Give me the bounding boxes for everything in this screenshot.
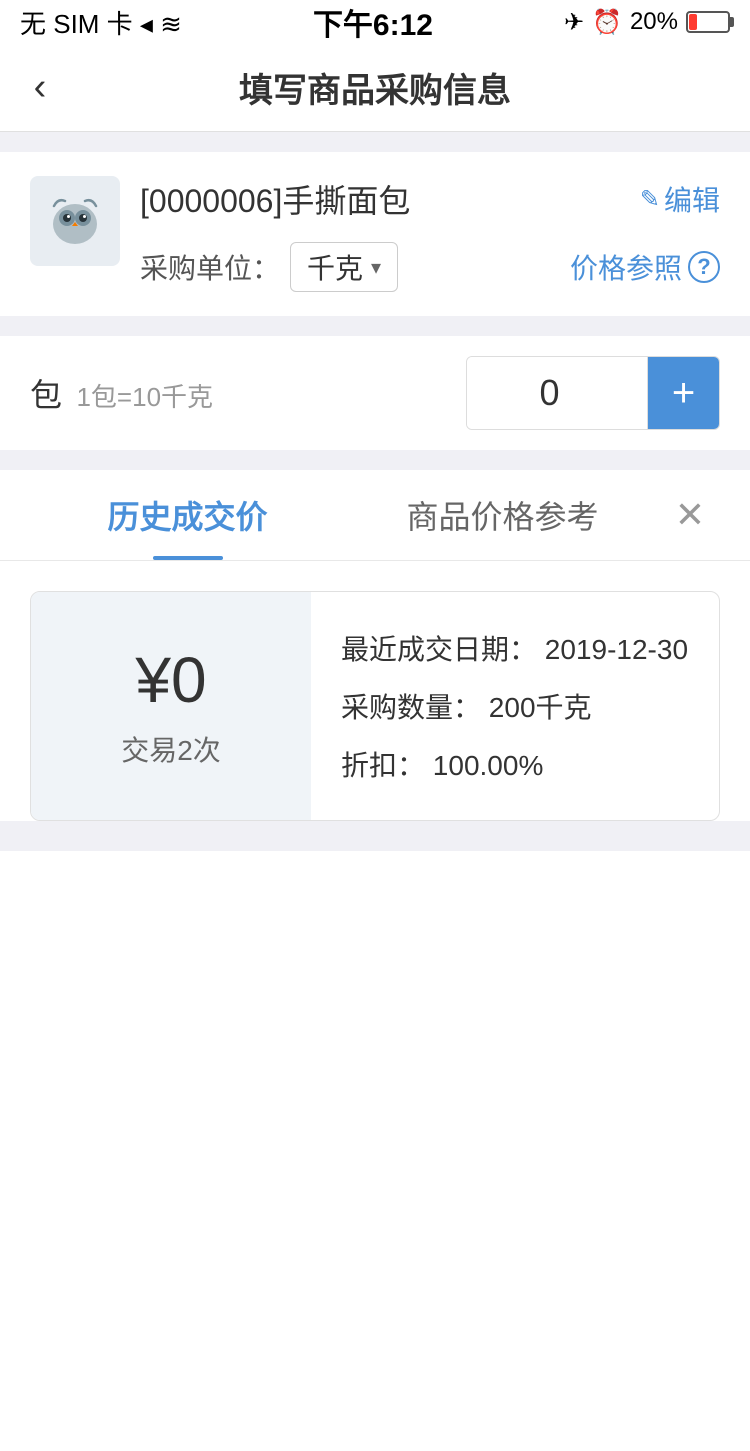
chevron-down-icon: ▾ <box>371 255 381 280</box>
discount-label: 折扣： <box>341 750 425 781</box>
status-bar: 无 SIM 卡 ◂ ≋ 下午6:12 ✈ ⏰ 20% <box>0 0 750 44</box>
product-thumbnail <box>30 176 120 266</box>
price-trades: 交易2次 <box>121 729 221 769</box>
price-detail-right: 最近成交日期： 2019-12-30 采购数量： 200千克 折扣： 100.0… <box>311 592 719 820</box>
quantity-input-group: + <box>466 356 720 430</box>
quantity-section: 包 1包=10千克 + <box>0 336 750 450</box>
product-info: [0000006]手撕面包 ✎ 编辑 采购单位： 千克 ▾ 价格参照 ? <box>140 176 720 292</box>
location-icon: ✈ <box>564 8 584 37</box>
price-summary-left: ¥0 交易2次 <box>31 592 311 820</box>
alarm-icon: ⏰ <box>592 8 622 37</box>
status-time: 下午6:12 <box>313 0 433 44</box>
tab-product-price-ref[interactable]: 商品价格参考 <box>345 470 660 560</box>
tab-panel: 历史成交价 商品价格参考 ✕ ¥0 交易2次 最近成交日期： 2019-12-3… <box>0 470 750 821</box>
edit-icon: ✎ <box>640 185 660 214</box>
product-thumb-icon <box>40 186 110 256</box>
purchase-qty-value: 200千克 <box>489 692 592 723</box>
unit-tag-group: 包 1包=10千克 <box>30 370 213 416</box>
tab-history-price[interactable]: 历史成交价 <box>30 470 345 560</box>
tab-product-label: 商品价格参考 <box>406 492 598 538</box>
product-name-row: [0000006]手撕面包 ✎ 编辑 <box>140 176 720 222</box>
back-button[interactable]: ‹ <box>0 44 80 132</box>
unit-value: 千克 <box>307 247 363 287</box>
price-reference-button[interactable]: 价格参照 ? <box>570 247 720 287</box>
product-header: [0000006]手撕面包 ✎ 编辑 采购单位： 千克 ▾ 价格参照 ? <box>30 176 720 292</box>
edit-button[interactable]: ✎ 编辑 <box>640 179 720 219</box>
price-amount: ¥0 <box>135 643 206 717</box>
unit-select-dropdown[interactable]: 千克 ▾ <box>290 242 398 292</box>
purchase-qty-row: 采购数量： 200千克 <box>341 686 689 726</box>
price-card: ¥0 交易2次 最近成交日期： 2019-12-30 采购数量： 200千克 折… <box>30 591 720 821</box>
page-title: 填写商品采购信息 <box>239 63 511 112</box>
tab-history-label: 历史成交价 <box>107 492 267 538</box>
discount-value: 100.00% <box>433 750 544 781</box>
qty-unit-desc: 1包=10千克 <box>76 382 213 412</box>
close-icon: ✕ <box>675 494 705 536</box>
quantity-input[interactable] <box>467 357 647 429</box>
product-card: [0000006]手撕面包 ✎ 编辑 采购单位： 千克 ▾ 价格参照 ? <box>0 152 750 316</box>
battery-percent: 20% <box>630 8 678 36</box>
qty-unit-tag: 包 <box>30 377 62 413</box>
product-name: [0000006]手撕面包 <box>140 176 410 222</box>
recent-date-label: 最近成交日期： <box>341 634 537 665</box>
price-ref-help-icon: ? <box>688 251 720 283</box>
purchase-qty-label: 采购数量： <box>341 692 481 723</box>
status-right-group: ✈ ⏰ 20% <box>564 8 730 37</box>
nav-bar: ‹ 填写商品采购信息 <box>0 44 750 132</box>
tab-close-button[interactable]: ✕ <box>660 470 720 560</box>
recent-date-row: 最近成交日期： 2019-12-30 <box>341 628 689 668</box>
quantity-increment-button[interactable]: + <box>647 357 719 429</box>
back-arrow-icon: ‹ <box>34 66 47 109</box>
tab-header: 历史成交价 商品价格参考 ✕ <box>0 470 750 561</box>
battery-icon <box>686 11 730 33</box>
recent-date-value: 2019-12-30 <box>545 634 688 665</box>
bottom-space <box>0 851 750 1451</box>
status-signal: 无 SIM 卡 ◂ ≋ <box>20 4 182 41</box>
price-ref-label: 价格参照 <box>570 247 682 287</box>
discount-row: 折扣： 100.00% <box>341 744 689 784</box>
unit-label: 采购单位： <box>140 247 280 287</box>
product-unit-row: 采购单位： 千克 ▾ 价格参照 ? <box>140 242 720 292</box>
plus-icon: + <box>672 371 695 416</box>
edit-label: 编辑 <box>664 179 720 219</box>
unit-selector-group: 采购单位： 千克 ▾ <box>140 242 398 292</box>
